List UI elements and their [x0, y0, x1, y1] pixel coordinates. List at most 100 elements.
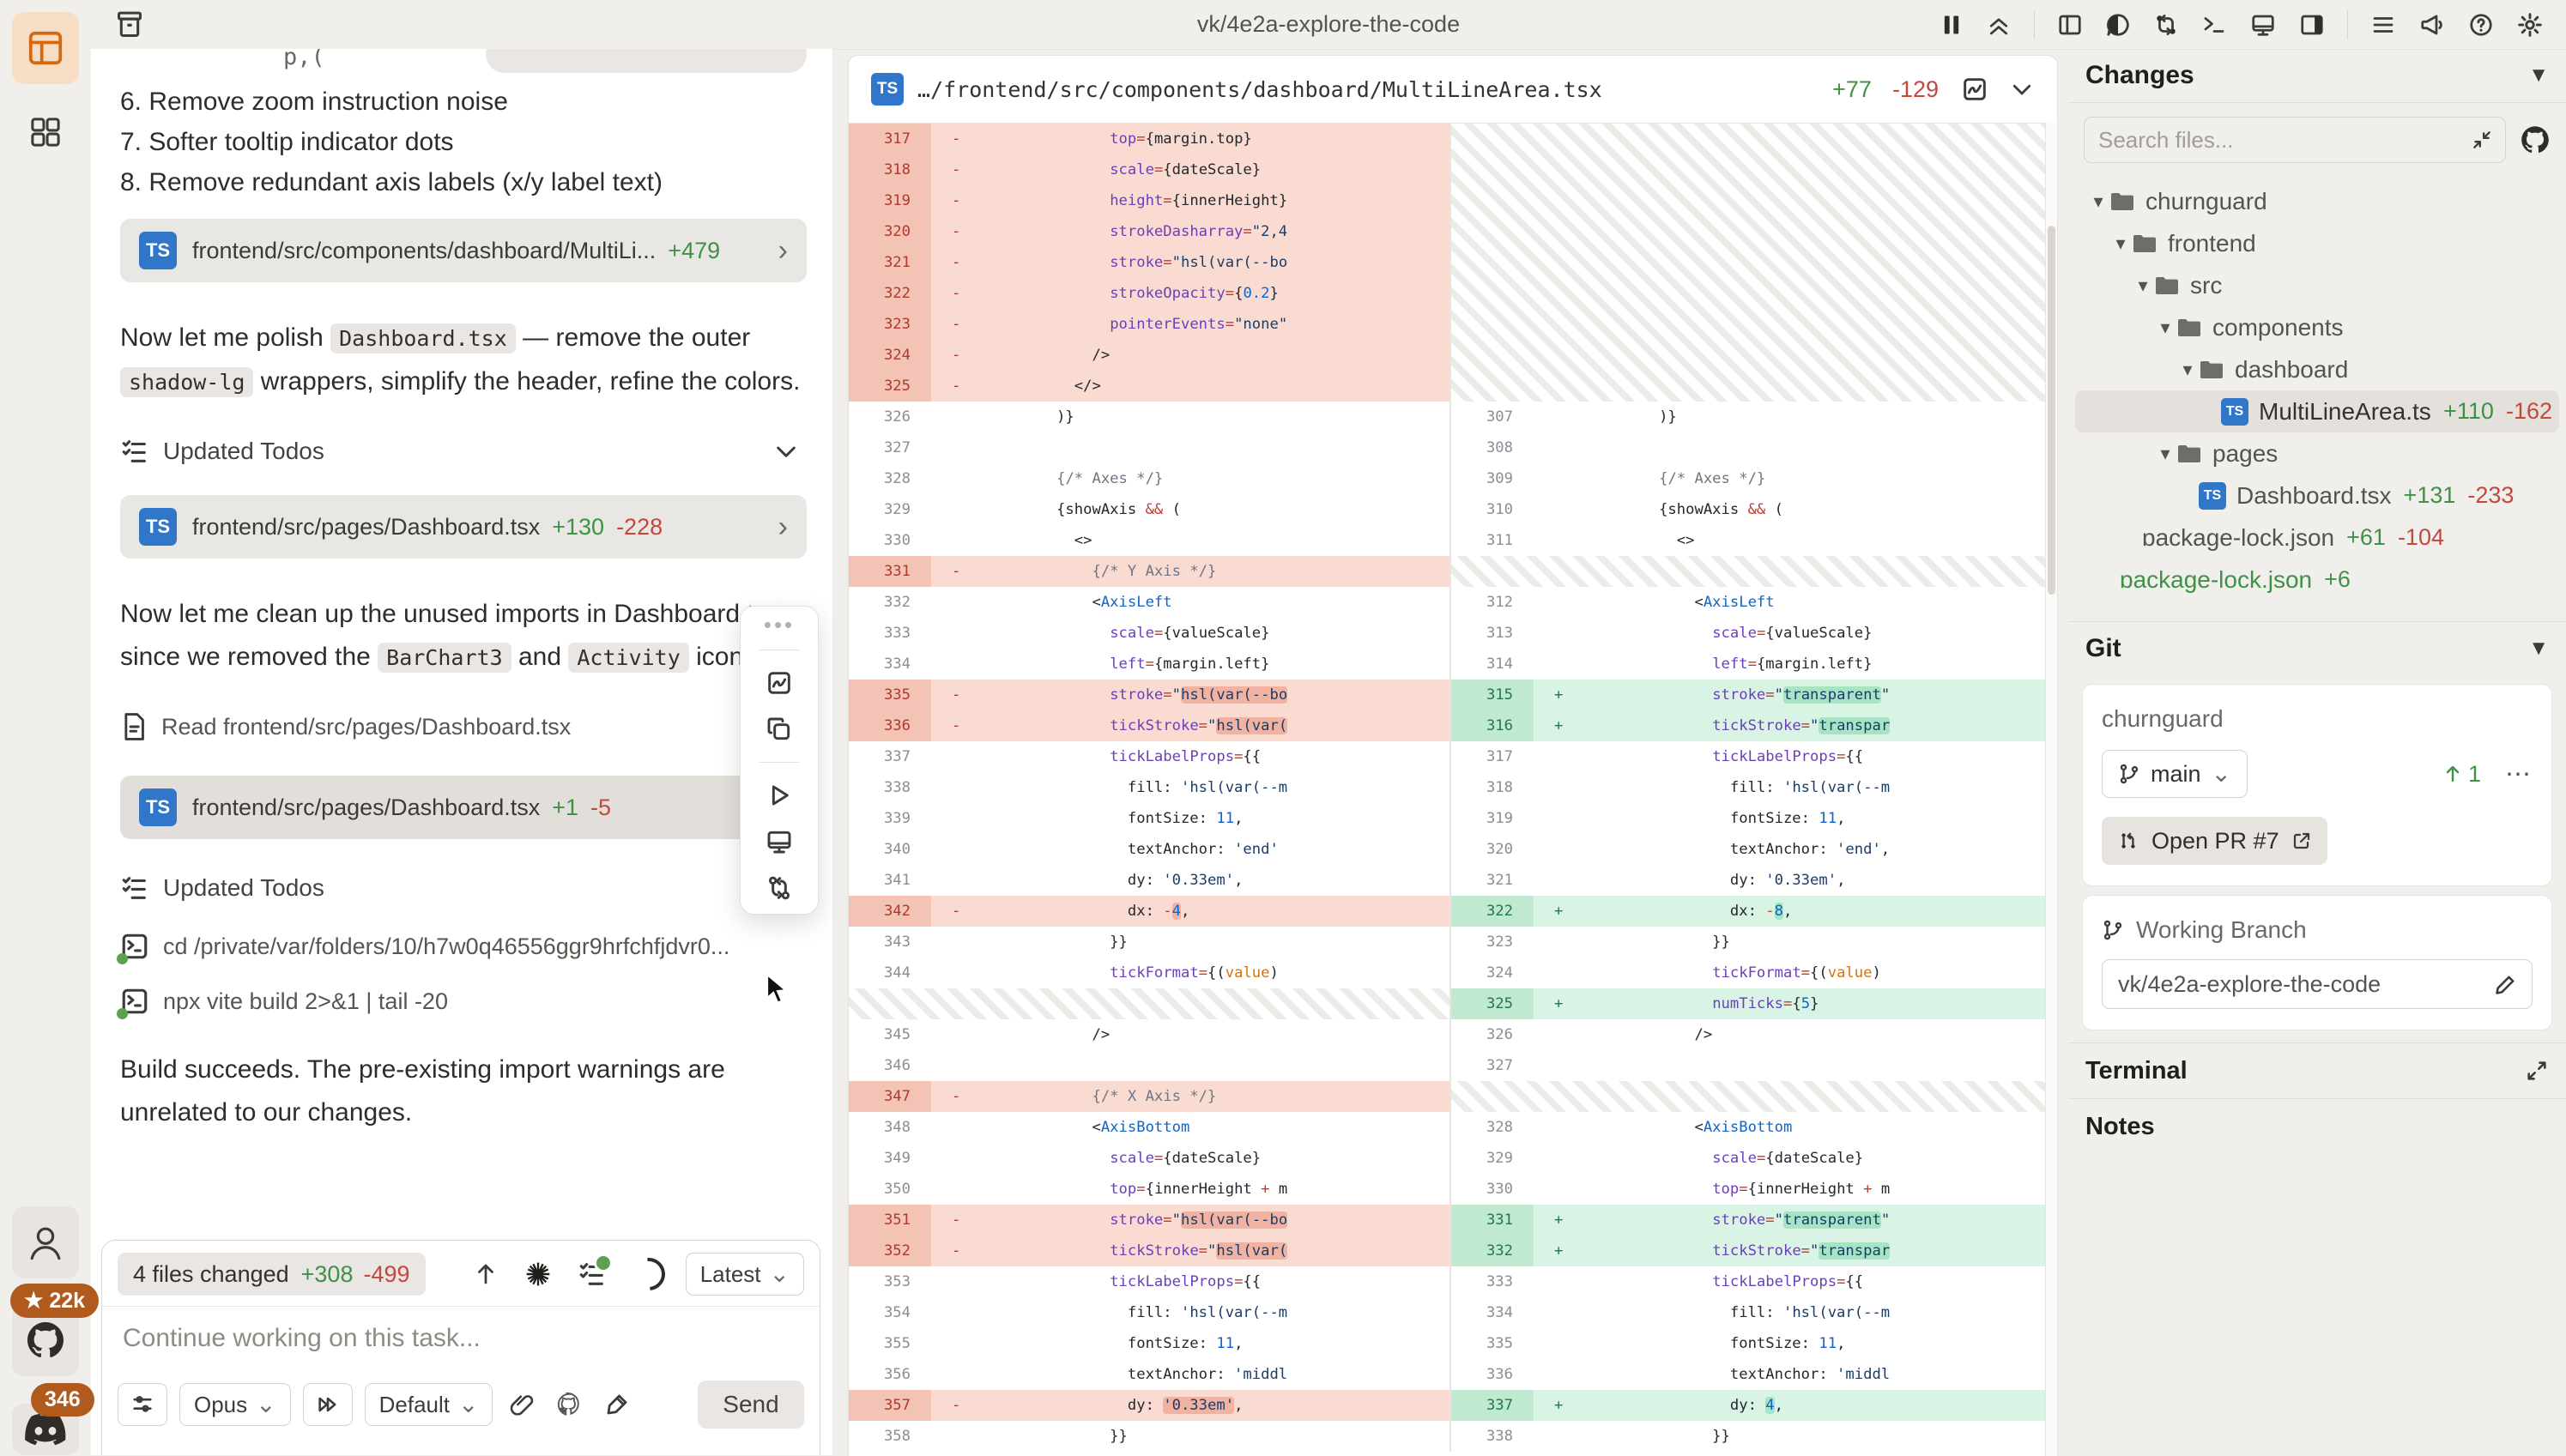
scrollbar-thumb[interactable] — [2048, 226, 2055, 595]
diff-line[interactable]: 326 )} — [849, 402, 1449, 432]
diff-line[interactable]: 350 top={innerHeight + m — [849, 1174, 1449, 1205]
push-ahead-count[interactable]: 1 — [2442, 761, 2481, 788]
tree-folder[interactable]: ▾frontend — [2075, 222, 2559, 264]
diff-line[interactable]: 345 /> — [849, 1019, 1449, 1050]
edit-pencil-icon[interactable] — [2494, 972, 2518, 996]
diff-line[interactable]: 336- tickStroke="hsl(var( — [849, 710, 1449, 741]
monitor-icon[interactable] — [2249, 12, 2277, 38]
diff-line[interactable]: 321- stroke="hsl(var(--bo — [849, 247, 1449, 278]
chevron-right-icon[interactable]: › — [778, 236, 788, 265]
diff-line[interactable]: 335 fontSize: 11, — [1451, 1328, 2057, 1359]
triangle-down-icon[interactable]: ▼ — [2528, 63, 2549, 88]
working-branch-field[interactable] — [2102, 959, 2533, 1009]
caret-down-icon[interactable]: ▾ — [2132, 275, 2154, 297]
diff-line[interactable]: 336 textAnchor: 'middl — [1451, 1359, 2057, 1390]
mode-select[interactable]: Default ⌄ — [365, 1383, 493, 1426]
signature-icon[interactable] — [766, 669, 793, 697]
panel-right-icon[interactable] — [2299, 12, 2325, 38]
caret-down-icon[interactable]: ▾ — [2154, 317, 2176, 339]
files-changed-chip[interactable]: 4 files changed +308 -499 — [118, 1253, 426, 1296]
diff-line[interactable]: 337+ dy: 4, — [1451, 1390, 2057, 1421]
diff-line[interactable]: 344 tickFormat={(value) — [849, 958, 1449, 988]
tree-file[interactable]: TSMultiLineArea.tsx+110-162 — [2075, 390, 2559, 432]
diff-line[interactable]: 342- dx: -4, — [849, 896, 1449, 927]
model-select[interactable]: Opus ⌄ — [179, 1383, 291, 1426]
diff-line[interactable]: 351- stroke="hsl(var(--bo — [849, 1205, 1449, 1235]
diff-line[interactable]: 327 — [1451, 1050, 2057, 1081]
scroll-up-icon[interactable] — [473, 1260, 499, 1288]
tree-folder[interactable]: ▾components — [2075, 306, 2559, 348]
sidebar-item-workspace[interactable] — [12, 12, 79, 84]
notes-section-header[interactable]: Notes — [2068, 1098, 2566, 1154]
diff-line[interactable]: 328 {/* Axes */} — [849, 463, 1449, 494]
diff-line[interactable]: 334 fill: 'hsl(var(--m — [1451, 1297, 2057, 1328]
diff-line[interactable]: 314 left={margin.left} — [1451, 649, 2057, 680]
diff-line[interactable]: 317 tickLabelProps={{ — [1451, 741, 2057, 772]
diff-line[interactable]: 310 {showAxis && ( — [1451, 494, 2057, 525]
search-input[interactable] — [2097, 126, 2471, 154]
sidebar-item-grid[interactable] — [12, 96, 79, 168]
file-chip[interactable]: TS frontend/src/pages/Dashboard.tsx +130… — [120, 495, 807, 559]
github-action-button[interactable] — [551, 1392, 587, 1417]
diff-line[interactable]: 333 scale={valueScale} — [849, 618, 1449, 649]
fast-forward-button[interactable] — [303, 1383, 353, 1426]
caret-down-icon[interactable]: ▾ — [2109, 233, 2132, 255]
archive-box-icon[interactable] — [115, 9, 144, 40]
file-chip[interactable]: TS frontend/src/components/dashboard/Mul… — [120, 219, 807, 282]
diff-line[interactable]: 343 }} — [849, 927, 1449, 958]
git-compare-icon[interactable] — [766, 874, 793, 902]
diff-line[interactable]: 337 tickLabelProps={{ — [849, 741, 1449, 772]
diff-line[interactable]: 340 textAnchor: 'end' — [849, 834, 1449, 865]
chevron-right-icon[interactable]: › — [778, 512, 788, 541]
terminal-icon[interactable] — [2201, 12, 2227, 38]
changes-section-header[interactable]: Changes ▼ — [2068, 49, 2566, 102]
tree-folder[interactable]: ▾src — [2075, 264, 2559, 306]
diff-line[interactable]: 319- height={innerHeight} — [849, 185, 1449, 216]
triangle-down-icon[interactable]: ▼ — [2528, 637, 2549, 661]
tree-file[interactable]: TSDashboard.tsx+131-233 — [2075, 474, 2559, 517]
working-branch-input[interactable] — [2116, 970, 2494, 999]
diff-line[interactable]: 318 fill: 'hsl(var(--m — [1451, 772, 2057, 803]
diff-line[interactable]: 338 fill: 'hsl(var(--m — [849, 772, 1449, 803]
diff-line[interactable]: 332+ tickStroke="transpar — [1451, 1235, 2057, 1266]
attach-button[interactable] — [505, 1392, 539, 1417]
diff-scrollbar[interactable] — [2045, 123, 2057, 1456]
read-file-row[interactable]: Read frontend/src/pages/Dashboard.tsx — [120, 712, 807, 741]
diff-line[interactable]: 323 }} — [1451, 927, 2057, 958]
diff-line[interactable]: 354 fill: 'hsl(var(--m — [849, 1297, 1449, 1328]
tree-file[interactable]: package-lock.json+6 — [2075, 559, 2559, 601]
diff-line[interactable]: 349 scale={dateScale} — [849, 1143, 1449, 1174]
expand-icon[interactable] — [2525, 1059, 2549, 1083]
diff-line[interactable]: 331+ stroke="transparent" — [1451, 1205, 2057, 1235]
megaphone-icon[interactable] — [2418, 12, 2446, 38]
composer-settings-button[interactable] — [118, 1383, 167, 1426]
diff-line[interactable]: 325+ numTicks={5} — [1451, 988, 2057, 1019]
diff-line[interactable]: 321 dy: '0.33em', — [1451, 865, 2057, 896]
collapse-all-icon[interactable] — [2471, 129, 2493, 151]
chevron-down-icon[interactable] — [772, 438, 800, 465]
caret-down-icon[interactable]: ▾ — [2087, 190, 2109, 213]
more-options-icon[interactable]: ⋯ — [2505, 759, 2533, 789]
diff-line[interactable]: 339 fontSize: 11, — [849, 803, 1449, 834]
file-search[interactable] — [2084, 117, 2506, 163]
chevron-down-icon[interactable] — [2009, 76, 2035, 102]
updated-todos-row[interactable]: Updated Todos — [120, 873, 807, 903]
diff-line[interactable]: 320 textAnchor: 'end', — [1451, 834, 2057, 865]
diff-line[interactable]: 334 left={margin.left} — [849, 649, 1449, 680]
file-chip[interactable]: TS frontend/src/pages/Dashboard.tsx +1 -… — [120, 776, 807, 839]
settings-gear-icon[interactable] — [2516, 11, 2544, 39]
account-button[interactable] — [12, 1206, 79, 1278]
caret-down-icon[interactable]: ▾ — [2176, 359, 2199, 381]
tree-folder[interactable]: ▾dashboard — [2075, 348, 2559, 390]
sign-button[interactable] — [599, 1392, 635, 1417]
diff-line[interactable]: 313 scale={valueScale} — [1451, 618, 2057, 649]
diff-line[interactable]: 330 top={innerHeight + m — [1451, 1174, 2057, 1205]
play-icon[interactable] — [766, 782, 793, 809]
diff-line[interactable]: 338 }} — [1451, 1421, 2057, 1452]
terminal-command-row[interactable]: npx vite build 2>&1 | tail -20 — [120, 987, 807, 1016]
collapse-up-icon[interactable] — [1986, 12, 2012, 38]
copy-icon[interactable] — [766, 716, 793, 743]
diff-line[interactable]: 341 dy: '0.33em', — [849, 865, 1449, 896]
diff-line[interactable]: 333 tickLabelProps={{ — [1451, 1266, 2057, 1297]
signature-icon[interactable] — [1961, 76, 1988, 103]
